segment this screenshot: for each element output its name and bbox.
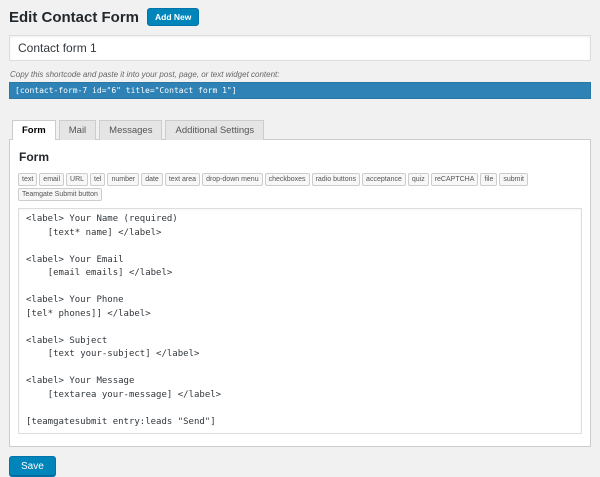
tag-button-submit[interactable]: submit xyxy=(499,173,528,186)
tag-button-quiz[interactable]: quiz xyxy=(407,173,429,186)
tag-button-teamgate-submit[interactable]: Teamgate Submit button xyxy=(18,188,102,201)
tab-messages[interactable]: Messages xyxy=(99,120,163,140)
tag-button-text[interactable]: text xyxy=(18,173,38,186)
tag-button-email[interactable]: email xyxy=(39,173,65,186)
tag-button-recaptcha[interactable]: reCAPTCHA xyxy=(430,173,479,186)
shortcode-input[interactable] xyxy=(9,82,591,99)
editor-tabs: Form Mail Messages Additional Settings xyxy=(9,119,591,140)
tag-button-url[interactable]: URL xyxy=(66,173,89,186)
tab-additional-settings[interactable]: Additional Settings xyxy=(165,120,265,140)
tag-button-radio-buttons[interactable]: radio buttons xyxy=(311,173,361,186)
tab-mail[interactable]: Mail xyxy=(58,120,97,140)
panel-heading: Form xyxy=(19,150,49,164)
tag-generator-buttons: text email URL tel number date text area… xyxy=(18,173,582,201)
tag-button-acceptance[interactable]: acceptance xyxy=(362,173,406,186)
tag-button-text-area[interactable]: text area xyxy=(164,173,201,186)
form-title-input[interactable] xyxy=(9,35,591,61)
tag-button-tel[interactable]: tel xyxy=(90,173,106,186)
tab-form[interactable]: Form xyxy=(12,120,56,140)
admin-content-area: Edit Contact Form Add New Copy this shor… xyxy=(0,0,600,477)
page-title: Edit Contact Form xyxy=(9,8,139,26)
tag-button-file[interactable]: file xyxy=(480,173,498,186)
tag-button-dropdown-menu[interactable]: drop-down menu xyxy=(202,173,263,186)
shortcode-section: Copy this shortcode and paste it into yo… xyxy=(9,70,591,99)
form-editor-panel: Form text email URL tel number date text… xyxy=(9,139,591,447)
save-button[interactable]: Save xyxy=(9,456,56,477)
tag-button-number[interactable]: number xyxy=(107,173,140,186)
add-new-button[interactable]: Add New xyxy=(147,8,200,26)
tag-button-checkboxes[interactable]: checkboxes xyxy=(264,173,310,186)
form-template-textarea[interactable]: <label> Your Name (required) [text* name… xyxy=(18,208,582,434)
shortcode-instruction: Copy this shortcode and paste it into yo… xyxy=(10,70,280,79)
tag-button-date[interactable]: date xyxy=(141,173,163,186)
page-header: Edit Contact Form Add New xyxy=(9,8,591,26)
